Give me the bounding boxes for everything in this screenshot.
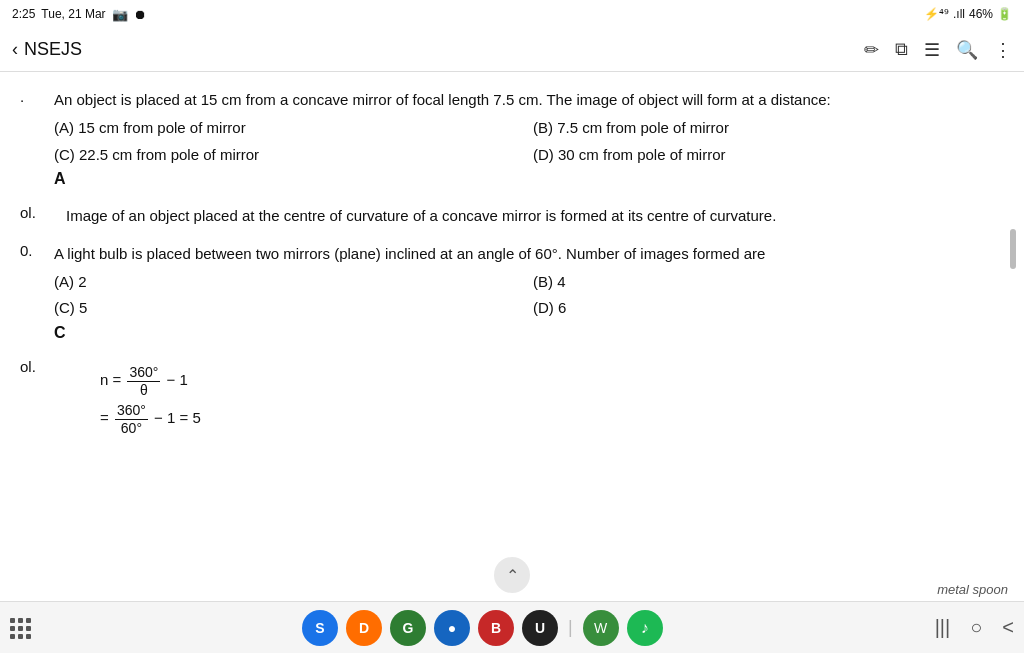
question-2-option-b: (B) 4	[533, 271, 1004, 294]
signal-bars: .ıll	[953, 7, 965, 21]
more-icon[interactable]: ⋮	[994, 39, 1012, 61]
separator: |	[568, 617, 573, 638]
fraction-1-numer: 360°	[127, 364, 160, 382]
question-1-row: . An object is placed at 15 cm from a co…	[20, 88, 1004, 111]
dot-4	[10, 626, 15, 631]
formula-line-1: n = 360° θ − 1	[100, 364, 201, 399]
question-1-option-b: (B) 7.5 cm from pole of mirror	[533, 117, 1004, 140]
question-2-answer: C	[54, 324, 1004, 342]
question-2-block: 0. A light bulb is placed between two mi…	[20, 242, 1004, 342]
fraction-2-denom: 60°	[119, 420, 144, 437]
app-icons-row: S D G ● B U | W ♪	[302, 610, 663, 646]
sim-icon: ⚡⁴⁹	[924, 7, 949, 21]
dot-2	[18, 618, 23, 623]
content-area: . An object is placed at 15 cm from a co…	[0, 72, 1024, 601]
solution-1-row: ol. Image of an object placed at the cen…	[20, 204, 1004, 227]
status-time: 2:25	[12, 7, 35, 21]
scroll-up-button[interactable]: ⌃	[494, 557, 530, 593]
edit-icon[interactable]: ✏	[864, 39, 879, 61]
home-button[interactable]: ○	[970, 616, 982, 639]
app-doubtnut[interactable]: D	[346, 610, 382, 646]
question-2-text: A light bulb is placed between two mirro…	[54, 242, 1004, 265]
dot-9	[26, 634, 31, 639]
record-icon: ⏺	[134, 7, 147, 22]
status-date: Tue, 21 Mar	[41, 7, 105, 21]
app-gradeup[interactable]: G	[390, 610, 426, 646]
dot-8	[18, 634, 23, 639]
question-1-option-d: (D) 30 cm from pole of mirror	[533, 144, 1004, 167]
menu-icon[interactable]: ☰	[924, 39, 940, 61]
question-1-number: .	[20, 88, 44, 111]
nav-left[interactable]: ‹ NSEJS	[12, 39, 82, 60]
solution-2-row: ol. n = 360° θ − 1 = 360° 60° − 1 = 5	[20, 358, 1004, 441]
question-2-option-d: (D) 6	[533, 297, 1004, 320]
camera-icon: 📷	[112, 7, 128, 22]
question-2-option-a: (A) 2	[54, 271, 525, 294]
app-byju[interactable]: B	[478, 610, 514, 646]
fraction-1-denom: θ	[138, 382, 150, 399]
formula-line-2: = 360° 60° − 1 = 5	[100, 402, 201, 437]
formula-block: n = 360° θ − 1 = 360° 60° − 1 = 5	[100, 364, 201, 441]
question-2-option-c: (C) 5	[54, 297, 525, 320]
formula-line-1-post: − 1	[167, 371, 188, 388]
question-2-row: 0. A light bulb is placed between two mi…	[20, 242, 1004, 265]
battery-level: 46%	[969, 7, 993, 21]
app-samvid[interactable]: S	[302, 610, 338, 646]
solution-2-label: ol.	[20, 358, 56, 441]
solution-1-label: ol.	[20, 204, 56, 227]
battery-icon: 🔋	[997, 7, 1012, 21]
app-whatsapp[interactable]: W	[583, 610, 619, 646]
scroll-indicator	[1010, 229, 1016, 269]
status-bar: 2:25 Tue, 21 Mar 📷 ⏺ ⚡⁴⁹ .ıll 46% 🔋	[0, 0, 1024, 28]
dot-5	[18, 626, 23, 631]
bottom-nav-right: ||| ○ <	[935, 616, 1014, 639]
question-1-answer: A	[54, 170, 1004, 188]
formula-line-2-post: − 1 = 5	[154, 410, 201, 427]
dot-6	[26, 626, 31, 631]
app-unacademy[interactable]: U	[522, 610, 558, 646]
dot-3	[26, 618, 31, 623]
fraction-2-numer: 360°	[115, 402, 148, 420]
bottom-nav-left	[10, 618, 30, 638]
question-1-block: . An object is placed at 15 cm from a co…	[20, 88, 1004, 188]
app-spotify[interactable]: ♪	[627, 610, 663, 646]
dot-7	[10, 634, 15, 639]
question-1-options: (A) 15 cm from pole of mirror (B) 7.5 cm…	[54, 117, 1004, 166]
copy-icon[interactable]: ⧉	[895, 39, 908, 60]
recents-button[interactable]: |||	[935, 616, 951, 639]
app-unknown[interactable]: ●	[434, 610, 470, 646]
question-1-text: An object is placed at 15 cm from a conc…	[54, 88, 1004, 111]
fraction-1: 360° θ	[127, 364, 160, 399]
status-left: 2:25 Tue, 21 Mar 📷 ⏺	[12, 7, 147, 22]
fraction-2: 360° 60°	[115, 402, 148, 437]
nav-right: ✏ ⧉ ☰ 🔍 ⋮	[864, 39, 1012, 61]
status-right: ⚡⁴⁹ .ıll 46% 🔋	[924, 7, 1012, 21]
bottom-hint-text: metal spoon	[937, 582, 1008, 597]
solution-1-text: Image of an object placed at the centre …	[66, 204, 1004, 227]
bottom-nav: S D G ● B U | W ♪ ||| ○ <	[0, 601, 1024, 653]
question-1-option-a: (A) 15 cm from pole of mirror	[54, 117, 525, 140]
question-2-options: (A) 2 (B) 4 (C) 5 (D) 6	[54, 271, 1004, 320]
nav-bar: ‹ NSEJS ✏ ⧉ ☰ 🔍 ⋮	[0, 28, 1024, 72]
chevron-up-icon: ⌃	[506, 566, 519, 585]
back-button[interactable]: <	[1002, 616, 1014, 639]
search-icon[interactable]: 🔍	[956, 39, 978, 61]
apps-grid-icon[interactable]	[10, 618, 30, 638]
question-2-number: 0.	[20, 242, 44, 265]
question-1-option-c: (C) 22.5 cm from pole of mirror	[54, 144, 525, 167]
back-icon[interactable]: ‹	[12, 39, 18, 60]
page-title: NSEJS	[24, 39, 82, 60]
dot-1	[10, 618, 15, 623]
